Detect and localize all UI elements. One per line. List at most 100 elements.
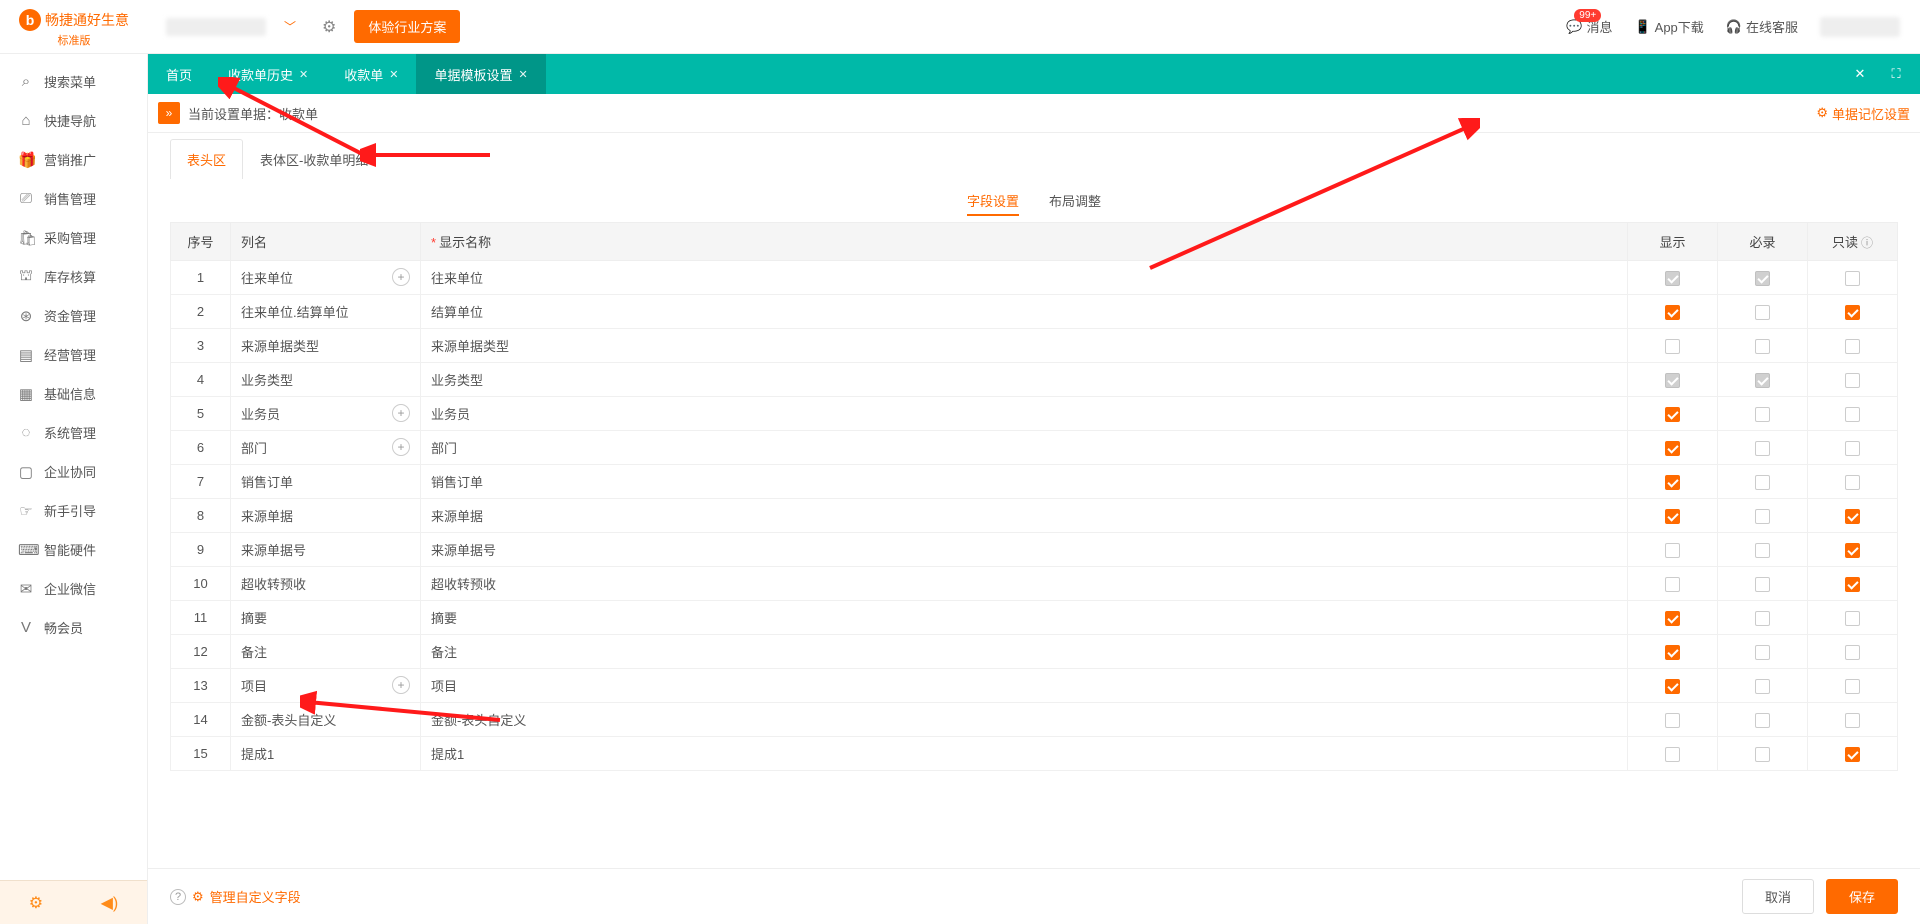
cell-display[interactable]: 来源单据 [421, 499, 1628, 533]
add-icon[interactable]: + [392, 676, 410, 694]
sidebar-item-5[interactable]: ⛫库存核算 [0, 257, 147, 296]
checkbox[interactable] [1665, 747, 1680, 762]
checkbox[interactable] [1845, 747, 1860, 762]
sidebar-item-6[interactable]: ⊛资金管理 [0, 296, 147, 335]
checkbox[interactable] [1665, 679, 1680, 694]
save-button[interactable]: 保存 [1826, 879, 1898, 914]
memory-settings-link[interactable]: ⚙ 单据记忆设置 [1816, 104, 1910, 123]
page-tab-3[interactable]: 单据模板设置✕ [416, 54, 545, 94]
sidebar-item-13[interactable]: ✉企业微信 [0, 569, 147, 608]
sidebar-item-3[interactable]: ⎚销售管理 [0, 179, 147, 218]
account-selector[interactable]: ﹀ ⚙ [166, 17, 336, 37]
page-tab-1[interactable]: 收款单历史✕ [210, 54, 326, 94]
sidebar-item-1[interactable]: ⌂快捷导航 [0, 101, 147, 140]
gear-icon[interactable]: ⚙ [322, 17, 336, 37]
cell-display[interactable]: 项目 [421, 669, 1628, 703]
cell-display[interactable]: 金额-表头自定义 [421, 703, 1628, 737]
help-circle-icon[interactable]: ? [170, 889, 186, 905]
checkbox[interactable] [1845, 509, 1860, 524]
cell-display[interactable]: 摘要 [421, 601, 1628, 635]
trial-button[interactable]: 体验行业方案 [354, 10, 460, 43]
cell-display[interactable]: 结算单位 [421, 295, 1628, 329]
logo[interactable]: b 畅捷通好生意 标准版 [0, 0, 148, 54]
manage-custom-fields-link[interactable]: 管理自定义字段 [210, 887, 301, 906]
checkbox[interactable] [1845, 611, 1860, 626]
checkbox[interactable] [1665, 713, 1680, 728]
fullscreen-icon[interactable]: ⛶ [1882, 60, 1910, 88]
checkbox[interactable] [1845, 475, 1860, 490]
close-all-tabs-icon[interactable]: ✕ [1846, 60, 1874, 88]
sidebar-item-7[interactable]: ▤经营管理 [0, 335, 147, 374]
checkbox[interactable] [1755, 441, 1770, 456]
checkbox[interactable] [1665, 339, 1680, 354]
cell-display[interactable]: 来源单据号 [421, 533, 1628, 567]
checkbox[interactable] [1665, 407, 1680, 422]
area-tab-1[interactable]: 表体区-收款单明细 [243, 139, 385, 179]
sidebar-item-9[interactable]: ◌系统管理 [0, 413, 147, 452]
sidebar-item-11[interactable]: ☞新手引导 [0, 491, 147, 530]
checkbox[interactable] [1845, 679, 1860, 694]
online-service-link[interactable]: 🎧在线客服 [1726, 17, 1798, 36]
mode-tab-0[interactable]: 字段设置 [967, 187, 1019, 216]
checkbox[interactable] [1665, 611, 1680, 626]
checkbox[interactable] [1845, 577, 1860, 592]
checkbox[interactable] [1845, 373, 1860, 388]
sidebar-item-4[interactable]: 🛍采购管理 [0, 218, 147, 257]
expand-toggle-icon[interactable]: » [158, 102, 180, 124]
tab-close-icon[interactable]: ✕ [389, 68, 398, 81]
cell-display[interactable]: 备注 [421, 635, 1628, 669]
tab-close-icon[interactable]: ✕ [519, 68, 528, 81]
sidebar-item-12[interactable]: ⌨智能硬件 [0, 530, 147, 569]
user-avatar-blurred[interactable] [1820, 17, 1900, 37]
checkbox[interactable] [1755, 407, 1770, 422]
cell-display[interactable]: 部门 [421, 431, 1628, 465]
cancel-button[interactable]: 取消 [1742, 879, 1814, 914]
checkbox[interactable] [1845, 543, 1860, 558]
checkbox[interactable] [1755, 577, 1770, 592]
checkbox[interactable] [1755, 679, 1770, 694]
checkbox[interactable] [1755, 339, 1770, 354]
add-icon[interactable]: + [392, 404, 410, 422]
cell-display[interactable]: 往来单位 [421, 261, 1628, 295]
checkbox[interactable] [1845, 713, 1860, 728]
checkbox[interactable] [1755, 543, 1770, 558]
checkbox[interactable] [1665, 509, 1680, 524]
help-icon[interactable]: ⓘ [1861, 236, 1873, 250]
cell-display[interactable]: 业务类型 [421, 363, 1628, 397]
cell-display[interactable]: 业务员 [421, 397, 1628, 431]
sidebar-item-0[interactable]: ⌕搜索菜单 [0, 62, 147, 101]
checkbox[interactable] [1665, 577, 1680, 592]
checkbox[interactable] [1665, 645, 1680, 660]
checkbox[interactable] [1755, 509, 1770, 524]
messages-link[interactable]: 💬 消息 99+ [1566, 17, 1612, 36]
add-icon[interactable]: + [392, 268, 410, 286]
checkbox[interactable] [1845, 339, 1860, 354]
checkbox[interactable] [1665, 475, 1680, 490]
page-tab-0[interactable]: 首页 [148, 54, 210, 94]
checkbox[interactable] [1755, 747, 1770, 762]
sidebar-item-14[interactable]: V畅会员 [0, 608, 147, 647]
collapse-icon[interactable]: ◀) [101, 893, 119, 913]
checkbox[interactable] [1845, 271, 1860, 286]
sidebar-item-10[interactable]: ▢企业协同 [0, 452, 147, 491]
checkbox[interactable] [1845, 645, 1860, 660]
app-download-link[interactable]: 📱App下载 [1634, 17, 1703, 36]
checkbox[interactable] [1755, 611, 1770, 626]
settings-icon[interactable]: ⚙ [29, 893, 43, 913]
checkbox[interactable] [1755, 713, 1770, 728]
cell-display[interactable]: 提成1 [421, 737, 1628, 771]
checkbox[interactable] [1755, 305, 1770, 320]
sidebar-item-2[interactable]: 🎁营销推广 [0, 140, 147, 179]
checkbox[interactable] [1665, 305, 1680, 320]
mode-tab-1[interactable]: 布局调整 [1049, 187, 1101, 216]
checkbox[interactable] [1755, 645, 1770, 660]
sidebar-item-8[interactable]: ▦基础信息 [0, 374, 147, 413]
checkbox[interactable] [1845, 407, 1860, 422]
area-tab-0[interactable]: 表头区 [170, 139, 243, 179]
cell-display[interactable]: 来源单据类型 [421, 329, 1628, 363]
checkbox[interactable] [1665, 543, 1680, 558]
cell-display[interactable]: 超收转预收 [421, 567, 1628, 601]
checkbox[interactable] [1845, 305, 1860, 320]
page-tab-2[interactable]: 收款单✕ [326, 54, 416, 94]
tab-close-icon[interactable]: ✕ [299, 68, 308, 81]
